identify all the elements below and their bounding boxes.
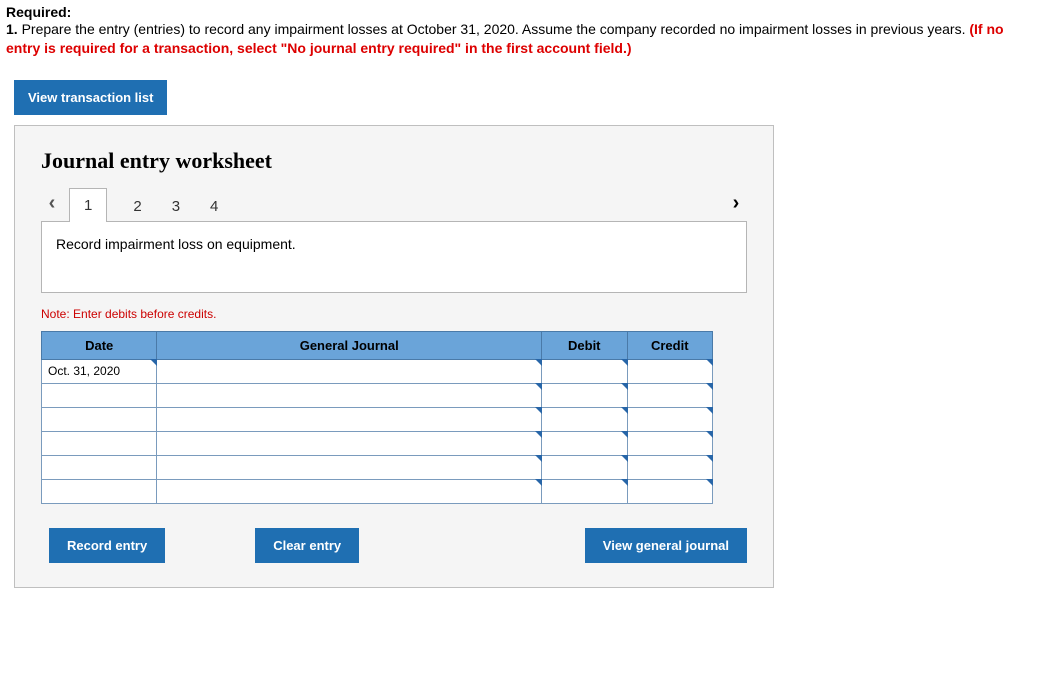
col-header-date: Date xyxy=(42,331,157,359)
worksheet-panel: Journal entry worksheet ‹ 1 2 3 4 › Reco… xyxy=(14,125,774,588)
clear-entry-button[interactable]: Clear entry xyxy=(255,528,359,563)
debit-cell[interactable] xyxy=(542,383,627,407)
gj-cell[interactable] xyxy=(157,359,542,383)
col-header-debit: Debit xyxy=(542,331,627,359)
debit-cell[interactable] xyxy=(542,455,627,479)
credit-cell[interactable] xyxy=(627,455,713,479)
note-text: Note: Enter debits before credits. xyxy=(41,307,747,321)
required-label: Required: xyxy=(6,4,71,20)
record-entry-button[interactable]: Record entry xyxy=(49,528,165,563)
debit-cell[interactable] xyxy=(542,359,627,383)
next-arrow-icon[interactable]: › xyxy=(725,192,747,215)
date-cell[interactable] xyxy=(42,431,157,455)
journal-entry-table: Date General Journal Debit Credit Oct. 3… xyxy=(41,331,713,504)
date-cell[interactable] xyxy=(42,455,157,479)
tab-row: ‹ 1 2 3 4 › xyxy=(41,186,747,222)
transaction-description: Record impairment loss on equipment. xyxy=(41,221,747,293)
tab-2[interactable]: 2 xyxy=(129,192,145,221)
gj-cell[interactable] xyxy=(157,407,542,431)
col-header-credit: Credit xyxy=(627,331,713,359)
col-header-general-journal: General Journal xyxy=(157,331,542,359)
spacer xyxy=(359,528,585,563)
gj-cell[interactable] xyxy=(157,383,542,407)
gj-cell[interactable] xyxy=(157,455,542,479)
table-row xyxy=(42,455,713,479)
debit-cell[interactable] xyxy=(542,407,627,431)
debit-cell[interactable] xyxy=(542,479,627,503)
credit-cell[interactable] xyxy=(627,383,713,407)
instruction-text: 1. Prepare the entry (entries) to record… xyxy=(6,20,1034,58)
date-cell[interactable] xyxy=(42,383,157,407)
tab-1[interactable]: 1 xyxy=(69,188,107,222)
table-row xyxy=(42,383,713,407)
date-cell[interactable]: Oct. 31, 2020 xyxy=(42,359,157,383)
tabs-container: 1 2 3 4 xyxy=(69,187,222,221)
credit-cell[interactable] xyxy=(627,359,713,383)
table-row xyxy=(42,479,713,503)
required-header: Required: xyxy=(6,4,1034,20)
debit-cell[interactable] xyxy=(542,431,627,455)
table-row: Oct. 31, 2020 xyxy=(42,359,713,383)
tab-3[interactable]: 3 xyxy=(168,192,184,221)
item-number: 1. xyxy=(6,21,18,37)
credit-cell[interactable] xyxy=(627,479,713,503)
date-cell[interactable] xyxy=(42,407,157,431)
table-row xyxy=(42,407,713,431)
view-general-journal-button[interactable]: View general journal xyxy=(585,528,747,563)
action-row: Record entry Clear entry View general jo… xyxy=(41,528,747,563)
view-transaction-list-button[interactable]: View transaction list xyxy=(14,80,167,115)
date-cell[interactable] xyxy=(42,479,157,503)
credit-cell[interactable] xyxy=(627,431,713,455)
worksheet-title: Journal entry worksheet xyxy=(41,148,747,174)
table-row xyxy=(42,431,713,455)
credit-cell[interactable] xyxy=(627,407,713,431)
prev-arrow-icon[interactable]: ‹ xyxy=(41,192,63,215)
gj-cell[interactable] xyxy=(157,431,542,455)
instruction-plain: Prepare the entry (entries) to record an… xyxy=(18,21,970,37)
gj-cell[interactable] xyxy=(157,479,542,503)
tab-4[interactable]: 4 xyxy=(206,192,222,221)
